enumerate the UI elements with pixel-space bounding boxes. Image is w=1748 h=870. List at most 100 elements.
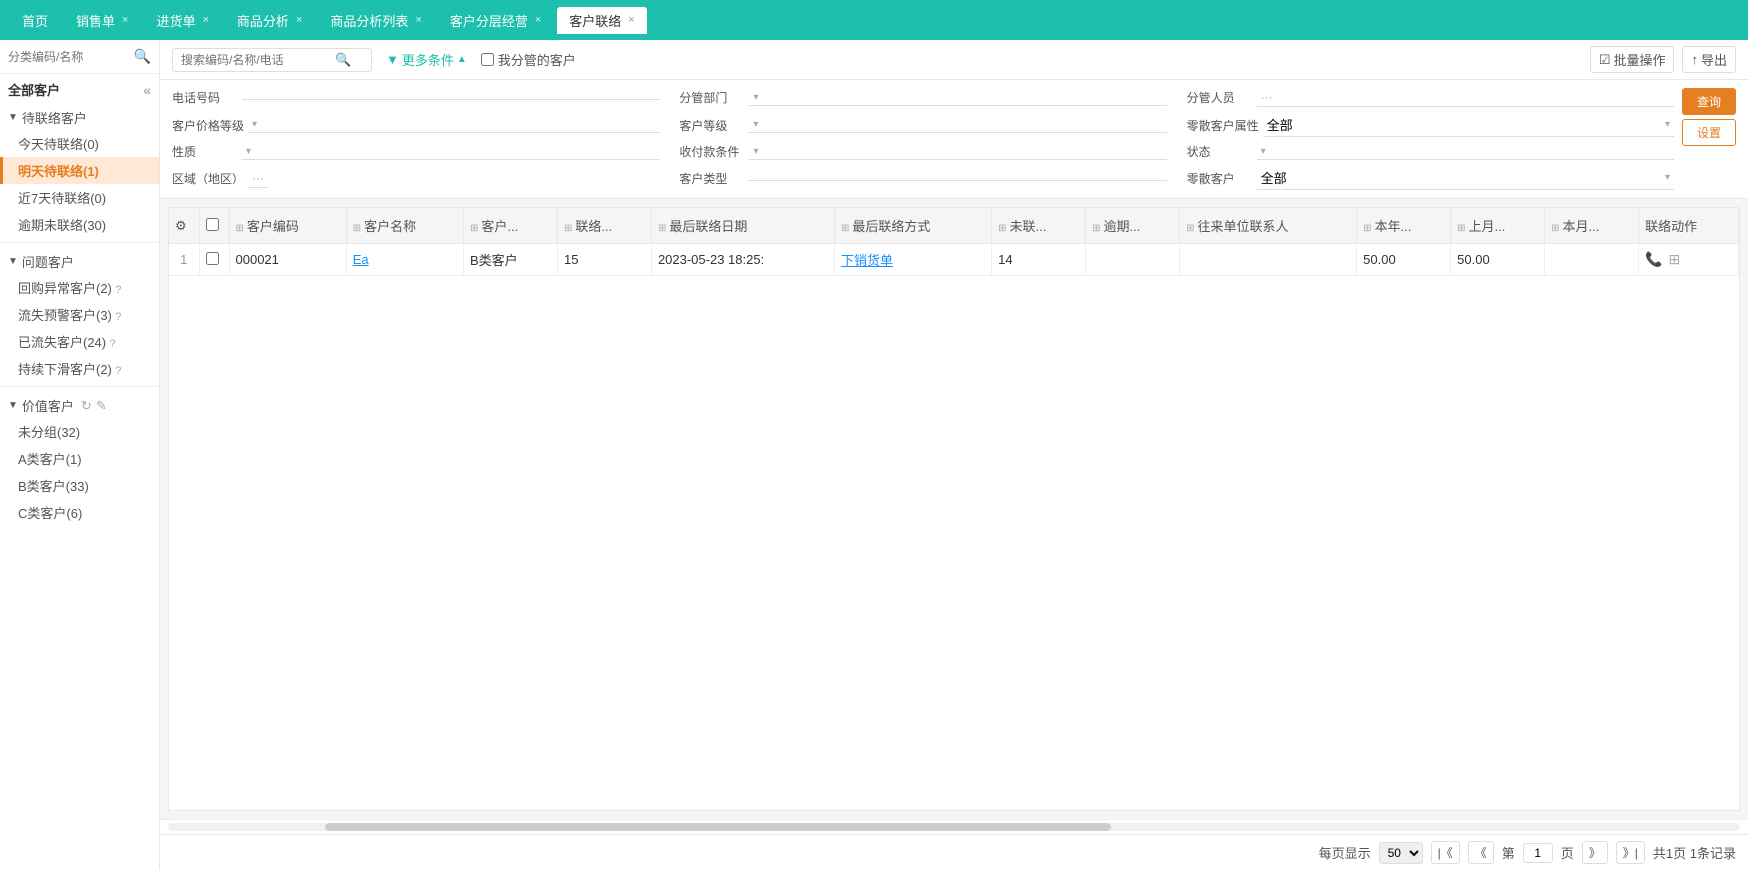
nav-product-analysis[interactable]: 商品分析 × — [225, 7, 314, 34]
sidebar-item-class-a[interactable]: A类客户(1) — [0, 445, 159, 472]
sidebar-item-7days-pending[interactable]: 近7天待联络(0) — [0, 184, 159, 211]
sidebar-problem-group[interactable]: ▼ 问题客户 — [0, 247, 159, 274]
export-icon: ↑ — [1691, 52, 1698, 67]
search-icon[interactable]: 🔍 — [335, 52, 351, 68]
nav-purchase[interactable]: 进货单 × — [144, 7, 220, 34]
col-last-contact-method: ⊞最后联络方式 — [834, 208, 991, 244]
my-customers-checkbox[interactable]: 我分管的客户 — [481, 50, 576, 69]
reset-button[interactable]: 设置 — [1682, 119, 1736, 146]
help-icon[interactable]: ? — [115, 365, 121, 377]
customer-grade-input[interactable]: ▾ — [749, 117, 1166, 133]
close-icon[interactable]: × — [415, 14, 421, 26]
settings-icon[interactable]: ⚙ — [175, 218, 187, 233]
filter-row-1: 电话号码 分管部门 ▾ 分管人员 ·· — [172, 88, 1674, 107]
sidebar-item-today-pending[interactable]: 今天待联络(0) — [0, 130, 159, 157]
row-this-year: 50.00 — [1357, 244, 1451, 276]
sidebar-item-lost-customers[interactable]: 已流失客户(24) ? — [0, 328, 159, 355]
close-icon[interactable]: × — [202, 14, 208, 26]
nav-customer-layering[interactable]: 客户分层经营 × — [438, 7, 553, 34]
main-search-input[interactable] — [181, 53, 331, 67]
phone-input[interactable] — [242, 95, 659, 100]
status-input[interactable]: ▾ — [1257, 144, 1674, 160]
nav-sales[interactable]: 销售单 × — [64, 7, 140, 34]
help-icon[interactable]: ? — [115, 284, 121, 296]
row-grid-icon[interactable]: ⊞ — [1669, 251, 1681, 268]
sidebar-value-group[interactable]: ▼ 价值客户 ↻ ✎ — [0, 391, 159, 418]
sidebar-item-class-c[interactable]: C类客户(6) — [0, 499, 159, 526]
row-checkbox[interactable] — [206, 252, 219, 265]
sidebar-search-icon[interactable]: 🔍 — [134, 48, 151, 65]
col-uncontacted: ⊞未联... — [992, 208, 1086, 244]
row-checkbox-cell[interactable] — [199, 244, 229, 276]
sidebar-item-declining-customers[interactable]: 持续下滑客户(2) ? — [0, 355, 159, 382]
row-customer-name[interactable]: Ea — [346, 244, 463, 276]
edit-icon[interactable]: ✎ — [96, 398, 107, 414]
dept-input[interactable]: ▾ — [749, 90, 1166, 106]
help-icon[interactable]: ? — [115, 311, 121, 323]
close-icon[interactable]: × — [628, 14, 634, 26]
nav-home[interactable]: 首页 — [10, 7, 60, 34]
sidebar-pending-group[interactable]: ▼ 待联络客户 — [0, 103, 159, 130]
check-icon: ☑ — [1599, 52, 1611, 68]
sidebar-collapse-icon[interactable]: « — [143, 82, 151, 98]
price-grade-input[interactable]: ▾ — [248, 117, 659, 133]
page-number-input[interactable] — [1523, 843, 1553, 863]
filter-dept-field: 分管部门 ▾ — [679, 89, 1166, 106]
sidebar-all-customers-header[interactable]: 全部客户 « — [0, 74, 159, 103]
pay-term-input[interactable]: ▾ — [749, 144, 1166, 160]
scrollbar-track[interactable] — [168, 823, 1740, 831]
nav-product-analysis-list[interactable]: 商品分析列表 × — [318, 7, 433, 34]
col-contact-person: ⊞往来单位联系人 — [1180, 208, 1357, 244]
more-conditions-button[interactable]: ▼ 更多条件 ▲ — [380, 47, 473, 72]
first-page-button[interactable]: |《 — [1431, 841, 1460, 864]
next-page-button[interactable]: 》 — [1582, 841, 1608, 864]
sidebar-item-class-b[interactable]: B类客户(33) — [0, 472, 159, 499]
filter-row-4: 区域（地区） ··· 客户类型 零散客户 全部 — [172, 166, 1674, 190]
chevron-down-icon: ▼ — [8, 112, 18, 123]
filter-row-3: 性质 ▾ 收付款条件 ▾ — [172, 143, 1674, 160]
refresh-icon[interactable]: ↻ — [81, 398, 92, 414]
sidebar-search-input[interactable] — [8, 50, 130, 64]
col-action: 联络动作 — [1639, 208, 1739, 244]
batch-operation-button[interactable]: ☑ 批量操作 — [1590, 46, 1675, 73]
close-icon[interactable]: × — [296, 14, 302, 26]
col-last-contact-date: ⊞最后联络日期 — [651, 208, 834, 244]
select-all-checkbox[interactable] — [206, 218, 219, 231]
region-input[interactable]: ··· — [248, 169, 268, 188]
retail-customer-input[interactable]: 全部 ▾ — [1257, 166, 1674, 190]
my-customers-check[interactable] — [481, 53, 494, 66]
main-search-box[interactable]: 🔍 — [172, 48, 372, 72]
row-overdue — [1086, 244, 1180, 276]
pagination-bar: 每页显示 50 |《 《 第 页 》 》| 共1页 1条记录 — [160, 834, 1748, 870]
last-page-button[interactable]: 》| — [1616, 841, 1645, 864]
export-button[interactable]: ↑ 导出 — [1682, 46, 1736, 73]
sidebar-item-loss-warning[interactable]: 流失预警客户(3) ? — [0, 301, 159, 328]
close-icon[interactable]: × — [122, 14, 128, 26]
customer-type-input[interactable] — [749, 176, 1166, 181]
person-input[interactable]: ··· — [1257, 88, 1674, 107]
close-icon[interactable]: × — [535, 14, 541, 26]
horizontal-scrollbar[interactable] — [160, 819, 1748, 834]
filter-customer-grade-field: 客户等级 ▾ — [679, 117, 1166, 134]
filter-bar: 🔍 ▼ 更多条件 ▲ 我分管的客户 ☑ 批量操作 ↑ 导出 — [160, 40, 1748, 80]
nav-customer-contact[interactable]: 客户联络 × — [557, 7, 646, 34]
per-page-select[interactable]: 50 — [1379, 842, 1423, 864]
row-call-icon[interactable]: 📞 — [1645, 251, 1662, 268]
content-area: 🔍 ▼ 更多条件 ▲ 我分管的客户 ☑ 批量操作 ↑ 导出 — [160, 40, 1748, 870]
help-icon[interactable]: ? — [109, 338, 115, 350]
query-button[interactable]: 查询 — [1682, 88, 1736, 115]
row-last-contact-method[interactable]: 下销货单 — [834, 244, 991, 276]
sidebar-item-overdue-pending[interactable]: 逾期未联络(30) — [0, 211, 159, 238]
sidebar-item-repurchase-abnormal[interactable]: 回购异常客户(2) ? — [0, 274, 159, 301]
scrollbar-thumb[interactable] — [325, 823, 1111, 831]
col-settings[interactable]: ⚙ — [169, 208, 199, 244]
col-checkbox[interactable] — [199, 208, 229, 244]
data-table-container: ⚙ ⊞客户编码 ⊞客户名称 ⊞客户... — [168, 207, 1740, 811]
row-actions: 📞 ⊞ — [1639, 244, 1739, 276]
prev-page-button[interactable]: 《 — [1468, 841, 1494, 864]
sidebar-item-tomorrow-pending[interactable]: 明天待联络(1) — [0, 157, 159, 184]
chevron-down-icon: ▼ — [8, 256, 18, 267]
retail-attr-input[interactable]: 全部 ▾ — [1263, 113, 1674, 137]
sidebar-item-ungrouped[interactable]: 未分组(32) — [0, 418, 159, 445]
nature-input[interactable]: ▾ — [242, 144, 659, 160]
